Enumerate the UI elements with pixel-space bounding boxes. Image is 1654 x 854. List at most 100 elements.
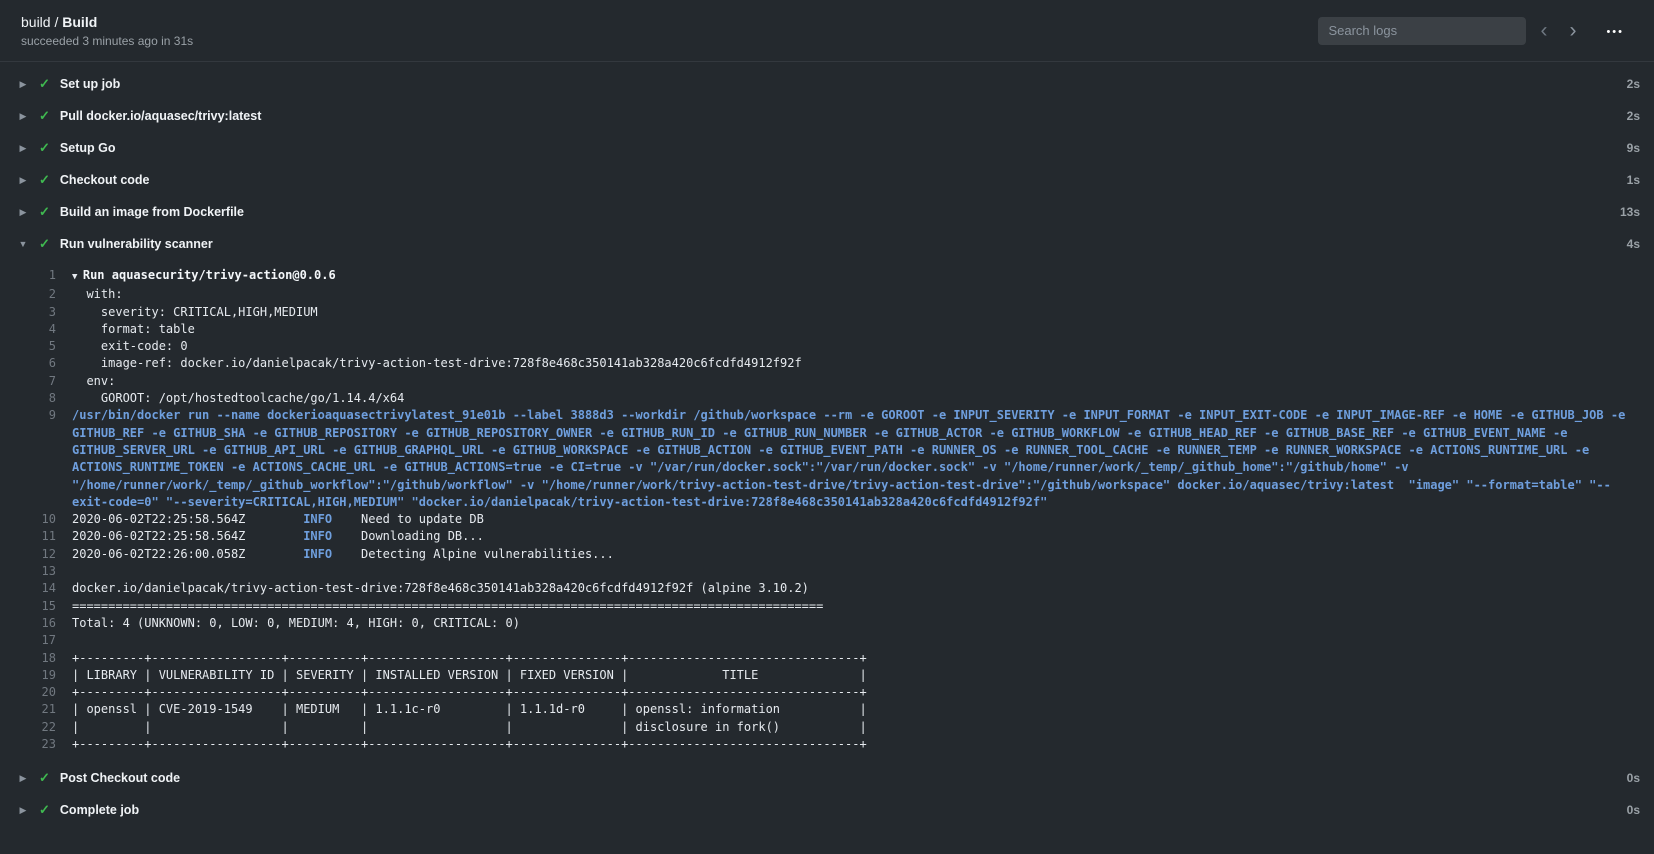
step-toggle-icon[interactable]: ▶: [16, 805, 30, 816]
log-line[interactable]: 6 image-ref: docker.io/danielpacak/trivy…: [0, 355, 1638, 372]
log-line-number[interactable]: 17: [0, 632, 72, 649]
log-line-number[interactable]: 19: [0, 667, 72, 684]
log-line[interactable]: 2 with:: [0, 286, 1638, 303]
log-line-content: +---------+------------------+----------…: [72, 684, 1638, 701]
log-line[interactable]: 21 | openssl | CVE-2019-1549 | MEDIUM | …: [0, 701, 1638, 718]
chevron-right-icon: ›: [1569, 19, 1577, 42]
log-line-content: exit-code: 0: [72, 338, 1638, 355]
log-line-content: docker.io/danielpacak/trivy-action-test-…: [72, 580, 1638, 597]
step-toggle-icon[interactable]: ▶: [16, 175, 30, 186]
workflow-name: build: [21, 13, 51, 30]
log-line-number[interactable]: 7: [0, 373, 72, 390]
log-line-number[interactable]: 8: [0, 390, 72, 407]
log-lines-group: 1 ▼ Run aquasecurity/trivy-action@0.0.6 …: [0, 267, 1638, 753]
log-line[interactable]: 4 format: table: [0, 321, 1638, 338]
step-toggle-icon[interactable]: ▶: [16, 773, 30, 784]
log-line-content: | LIBRARY | VULNERABILITY ID | SEVERITY …: [72, 667, 1638, 684]
log-line[interactable]: 19 | LIBRARY | VULNERABILITY ID | SEVERI…: [0, 667, 1638, 684]
log-line-number[interactable]: 3: [0, 304, 72, 321]
log-line[interactable]: 20 +---------+------------------+-------…: [0, 684, 1638, 701]
log-line-number[interactable]: 23: [0, 736, 72, 753]
log-line-number[interactable]: 22: [0, 719, 72, 736]
log-area: 1 ▼ Run aquasecurity/trivy-action@0.0.6 …: [0, 260, 1654, 762]
log-text: Detecting Alpine vulnerabilities...: [332, 546, 614, 561]
log-line[interactable]: 14 docker.io/danielpacak/trivy-action-te…: [0, 580, 1638, 597]
step-row[interactable]: ▶ ✓ Post Checkout code 0s: [0, 762, 1654, 794]
log-line-number[interactable]: 21: [0, 701, 72, 718]
log-line-number[interactable]: 10: [0, 511, 72, 528]
check-icon: ✓: [39, 236, 50, 251]
log-line-number[interactable]: 11: [0, 528, 72, 545]
step-row[interactable]: ▶ ✓ Checkout code 1s: [0, 164, 1654, 196]
log-line-content: +---------+------------------+----------…: [72, 736, 1638, 753]
log-line-number[interactable]: 4: [0, 321, 72, 338]
log-line-content: ========================================…: [72, 598, 1638, 615]
log-line[interactable]: 5 exit-code: 0: [0, 338, 1638, 355]
log-options-button[interactable]: •••: [1598, 20, 1638, 42]
log-line[interactable]: 15 =====================================…: [0, 598, 1638, 615]
log-line-number[interactable]: 14: [0, 580, 72, 597]
log-line[interactable]: 10 2020-06-02T22:25:58.564Z INFO Need to…: [0, 511, 1638, 528]
step-row[interactable]: ▼ ✓ Run vulnerability scanner 4s: [0, 228, 1654, 260]
log-line-number[interactable]: 6: [0, 355, 72, 372]
log-text: env:: [72, 373, 116, 388]
check-icon: ✓: [39, 204, 50, 219]
log-text: 2020-06-02T22:25:58.564Z: [72, 512, 304, 527]
log-line-content: [72, 563, 1638, 580]
log-line[interactable]: 8 GOROOT: /opt/hostedtoolcache/go/1.14.4…: [0, 390, 1638, 407]
step-duration: 2s: [1626, 109, 1640, 123]
step-row[interactable]: ▶ ✓ Pull docker.io/aquasec/trivy:latest …: [0, 100, 1654, 132]
log-text: ========================================…: [72, 598, 824, 613]
log-text: /usr/bin/docker run --name dockerioaquas…: [72, 408, 1633, 509]
log-line-content: severity: CRITICAL,HIGH,MEDIUM: [72, 304, 1638, 321]
log-text: format: table: [72, 321, 195, 336]
log-line-content: 2020-06-02T22:25:58.564Z INFO Downloadin…: [72, 528, 1638, 545]
log-line[interactable]: 23 +---------+------------------+-------…: [0, 736, 1638, 753]
log-line[interactable]: 12 2020-06-02T22:26:00.058Z INFO Detecti…: [0, 546, 1638, 563]
log-line[interactable]: 3 severity: CRITICAL,HIGH,MEDIUM: [0, 304, 1638, 321]
log-line[interactable]: 1 ▼ Run aquasecurity/trivy-action@0.0.6: [0, 267, 1638, 286]
log-line[interactable]: 22 | | | | | | disclosure in fork() |: [0, 719, 1638, 736]
step-toggle-icon[interactable]: ▶: [16, 79, 30, 90]
step-row[interactable]: ▶ ✓ Set up job 2s: [0, 68, 1654, 100]
search-prev-button[interactable]: ‹: [1532, 16, 1555, 45]
steps-bottom-group: ▶ ✓ Post Checkout code 0s ▶ ✓ Complete j…: [0, 762, 1654, 826]
log-text: exit-code: 0: [72, 339, 188, 354]
log-text: Downloading DB...: [332, 529, 484, 544]
step-row[interactable]: ▶ ✓ Setup Go 9s: [0, 132, 1654, 164]
step-toggle-icon[interactable]: ▼: [16, 239, 30, 249]
search-next-button[interactable]: ›: [1561, 16, 1584, 45]
log-line-number[interactable]: 20: [0, 684, 72, 701]
log-line[interactable]: 16 Total: 4 (UNKNOWN: 0, LOW: 0, MEDIUM:…: [0, 615, 1638, 632]
step-toggle-icon[interactable]: ▶: [16, 143, 30, 154]
log-line-number[interactable]: 16: [0, 615, 72, 632]
log-line[interactable]: 17: [0, 632, 1638, 649]
log-line-number[interactable]: 2: [0, 286, 72, 303]
log-line[interactable]: 18 +---------+------------------+-------…: [0, 650, 1638, 667]
job-header-left: build / Build succeeded 3 minutes ago in…: [21, 14, 193, 48]
log-line[interactable]: 7 env:: [0, 373, 1638, 390]
log-line-content: GOROOT: /opt/hostedtoolcache/go/1.14.4/x…: [72, 390, 1638, 407]
log-line-number[interactable]: 9: [0, 407, 72, 511]
chevron-down-icon[interactable]: ▼: [72, 272, 83, 282]
step-toggle-icon[interactable]: ▶: [16, 111, 30, 122]
log-text: image-ref: docker.io/danielpacak/trivy-a…: [72, 356, 802, 371]
search-logs-input[interactable]: [1318, 16, 1527, 45]
log-line-number[interactable]: 13: [0, 563, 72, 580]
step-row[interactable]: ▶ ✓ Complete job 0s: [0, 794, 1654, 826]
log-line-number[interactable]: 12: [0, 546, 72, 563]
log-text: +---------+------------------+----------…: [72, 685, 867, 700]
step-duration: 0s: [1626, 803, 1640, 818]
log-line-number[interactable]: 15: [0, 598, 72, 615]
step-toggle-icon[interactable]: ▶: [16, 207, 30, 218]
log-line-number[interactable]: 1: [0, 267, 72, 286]
log-text: GOROOT: /opt/hostedtoolcache/go/1.14.4/x…: [72, 391, 405, 406]
step-row[interactable]: ▶ ✓ Build an image from Dockerfile 13s: [0, 196, 1654, 228]
log-text: 2020-06-02T22:25:58.564Z: [72, 529, 304, 544]
log-line-number[interactable]: 5: [0, 338, 72, 355]
log-line[interactable]: 13: [0, 563, 1638, 580]
log-line[interactable]: 9 /usr/bin/docker run --name dockerioaqu…: [0, 407, 1638, 511]
log-line-content: | openssl | CVE-2019-1549 | MEDIUM | 1.1…: [72, 701, 1638, 718]
log-line[interactable]: 11 2020-06-02T22:25:58.564Z INFO Downloa…: [0, 528, 1638, 545]
log-line-number[interactable]: 18: [0, 650, 72, 667]
